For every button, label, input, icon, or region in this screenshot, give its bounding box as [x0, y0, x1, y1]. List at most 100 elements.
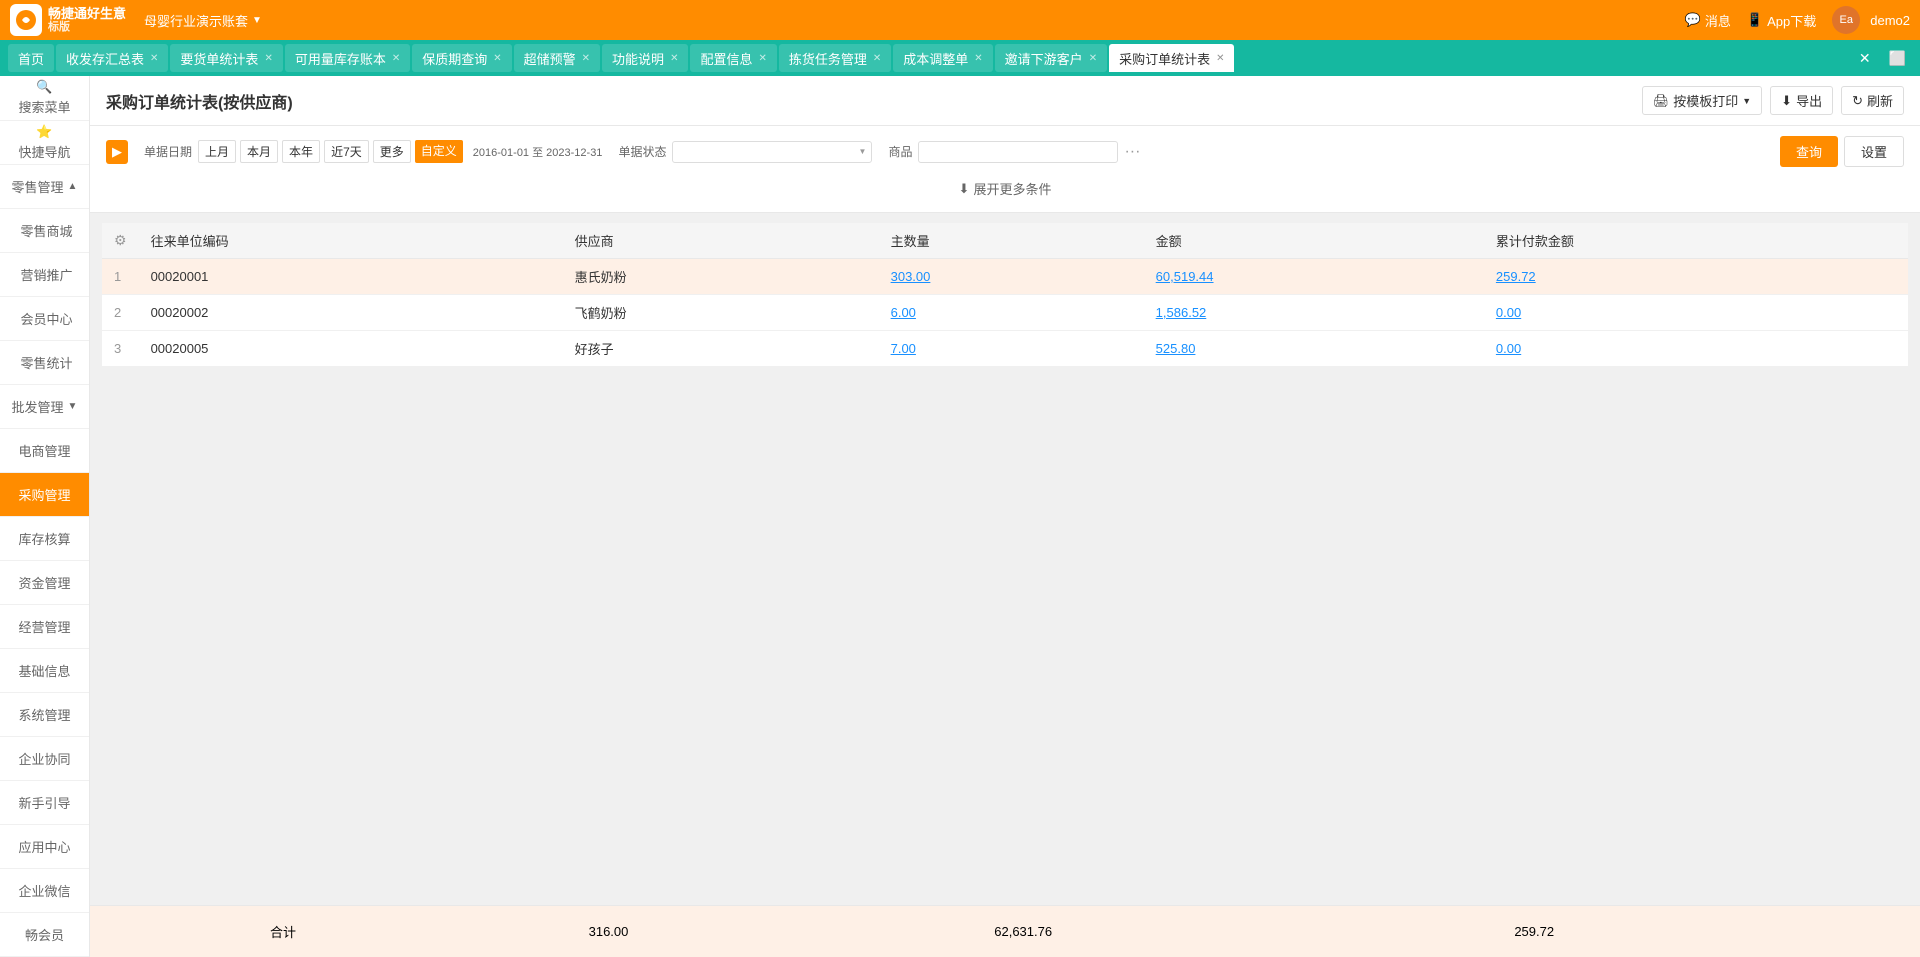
page-header: 采购订单统计表(按供应商) 🖨 按模板打印 ▼ ⬇ 导出 ↻ 刷新: [90, 76, 1920, 126]
message-icon: 💬: [1685, 12, 1701, 28]
expand-row: ⬇ 展开更多条件: [106, 175, 1904, 202]
sidebar-item-wechat[interactable]: 企业微信: [0, 869, 89, 913]
tab-close-baozhi[interactable]: ✕: [493, 53, 501, 64]
tab-close-shoufahu[interactable]: ✕: [150, 53, 158, 64]
footer-table: 合计 316.00 62,631.76 259.72: [102, 914, 1908, 949]
export-button[interactable]: ⬇ 导出: [1770, 86, 1833, 115]
tab-shoufahu[interactable]: 收发存汇总表 ✕: [56, 44, 168, 72]
row-paid-3[interactable]: 0.00: [1484, 331, 1908, 367]
sidebar-item-retail-stat[interactable]: 零售统计: [0, 341, 89, 385]
tab-chengben[interactable]: 成本调整单 ✕: [893, 44, 992, 72]
goods-more-icon[interactable]: ···: [1124, 143, 1140, 161]
sidebar-item-appcenter[interactable]: 应用中心: [0, 825, 89, 869]
logo-icon: [10, 4, 42, 36]
tab-gongneng[interactable]: 功能说明 ✕: [602, 44, 688, 72]
sidebar-item-basic[interactable]: 基础信息: [0, 649, 89, 693]
refresh-icon: ↻: [1852, 93, 1863, 109]
row-paid-1[interactable]: 259.72: [1484, 259, 1908, 295]
content-area: 采购订单统计表(按供应商) 🖨 按模板打印 ▼ ⬇ 导出 ↻ 刷新: [90, 76, 1920, 957]
footer-empty-col: [104, 916, 134, 947]
app-download-button[interactable]: 📱 App下载: [1747, 11, 1816, 30]
tab-baozhi[interactable]: 保质期查询 ✕: [412, 44, 511, 72]
sidebar-item-marketing[interactable]: 营销推广: [0, 253, 89, 297]
tab-yaohuo[interactable]: 要货单统计表 ✕: [170, 44, 282, 72]
col-paid: 累计付款金额: [1484, 223, 1908, 259]
tab-close-keyong[interactable]: ✕: [392, 53, 400, 64]
query-button[interactable]: 查询: [1780, 136, 1838, 167]
print-button[interactable]: 🖨 按模板打印 ▼: [1642, 86, 1762, 115]
sidebar-item-newguide[interactable]: 新手引导: [0, 781, 89, 825]
sidebar-item-search[interactable]: 🔍 搜索菜单: [0, 76, 89, 121]
column-settings-icon[interactable]: ⚙: [114, 232, 127, 248]
settings-button[interactable]: 设置: [1844, 136, 1904, 167]
sidebar-item-retail[interactable]: 零售管理 ▲: [0, 165, 89, 209]
sidebar-item-purchase[interactable]: 采购管理: [0, 473, 89, 517]
tab-peizhi[interactable]: 配置信息 ✕: [690, 44, 776, 72]
sidebar-item-vip[interactable]: 畅会员: [0, 913, 89, 957]
expand-more-button[interactable]: ⬇ 展开更多条件: [955, 175, 1056, 202]
breadcrumb[interactable]: 母婴行业演示账套 ▼: [144, 11, 262, 30]
goods-search-input[interactable]: [918, 141, 1118, 163]
date-last-month[interactable]: 上月: [198, 140, 236, 163]
chevron-down-icon: ▼: [252, 15, 262, 26]
sidebar-item-system[interactable]: 系统管理: [0, 693, 89, 737]
date-7days[interactable]: 近7天: [324, 140, 369, 163]
tab-home[interactable]: 首页: [8, 44, 54, 72]
dropdown-arrow-icon: ▼: [1742, 96, 1751, 106]
maximize-button[interactable]: ⬜: [1883, 48, 1912, 69]
row-amount-1[interactable]: 60,519.44: [1144, 259, 1484, 295]
sidebar-item-inventory[interactable]: 库存核算: [0, 517, 89, 561]
filter-toggle-button[interactable]: ▶: [106, 140, 128, 164]
tab-caigou-active[interactable]: 采购订单统计表 ✕: [1109, 44, 1234, 72]
date-this-year[interactable]: 本年: [282, 140, 320, 163]
main-layout: 🔍 搜索菜单 ⭐ 快捷导航 零售管理 ▲ 零售商城 营销推广 会员中心 零售统计…: [0, 76, 1920, 957]
sidebar-item-operation[interactable]: 经营管理: [0, 605, 89, 649]
row-amount-2[interactable]: 1,586.52: [1144, 295, 1484, 331]
tab-close-zhuhuo[interactable]: ✕: [873, 53, 881, 64]
tab-close-chaochuyu[interactable]: ✕: [582, 53, 590, 64]
status-filter-label: 单据状态: [618, 143, 666, 160]
user-menu[interactable]: Ea demo2: [1832, 6, 1910, 34]
footer-code-col: [136, 916, 256, 947]
table-row[interactable]: 1 00020001 惠氏奶粉 303.00 60,519.44 259.72: [102, 259, 1908, 295]
sidebar-item-enterprise[interactable]: 企业协同: [0, 737, 89, 781]
logo-text: 畅捷通好生意 标版: [48, 6, 126, 35]
sidebar-item-finance[interactable]: 资金管理: [0, 561, 89, 605]
status-select[interactable]: [672, 141, 872, 163]
row-quantity-1[interactable]: 303.00: [879, 259, 1144, 295]
sidebar-item-ecom[interactable]: 电商管理: [0, 429, 89, 473]
table-footer: 合计 316.00 62,631.76 259.72: [90, 905, 1920, 957]
col-code: 往来单位编码: [139, 223, 563, 259]
filter-area: ▶ 单据日期 上月 本月 本年 近7天 更多 自定义 2016-01-01 至 …: [90, 126, 1920, 213]
message-button[interactable]: 💬 消息: [1685, 11, 1731, 30]
table-row[interactable]: 3 00020005 好孩子 7.00 525.80 0.00: [102, 331, 1908, 367]
refresh-button[interactable]: ↻ 刷新: [1841, 86, 1904, 115]
tab-close-yaohuo[interactable]: ✕: [264, 53, 272, 64]
data-table: ⚙ 往来单位编码 供应商 主数量 金额 累计付款金额 1 00020001 惠氏…: [102, 223, 1908, 367]
sidebar-item-member[interactable]: 会员中心: [0, 297, 89, 341]
tab-zhuhuo[interactable]: 拣货任务管理 ✕: [779, 44, 891, 72]
tab-close-gongneng[interactable]: ✕: [670, 53, 678, 64]
row-paid-2[interactable]: 0.00: [1484, 295, 1908, 331]
tab-chaochuyu[interactable]: 超储预警 ✕: [514, 44, 600, 72]
table-row[interactable]: 2 00020002 飞鹤奶粉 6.00 1,586.52 0.00: [102, 295, 1908, 331]
sidebar-item-retail-mall[interactable]: 零售商城: [0, 209, 89, 253]
close-all-tabs-button[interactable]: ✕: [1853, 48, 1877, 69]
tab-close-chengben[interactable]: ✕: [974, 53, 982, 64]
tab-close-yaoqing[interactable]: ✕: [1089, 53, 1097, 64]
tab-close-caigou[interactable]: ✕: [1216, 53, 1224, 64]
footer-amount-col: 62,631.76: [982, 916, 1500, 947]
date-custom-badge[interactable]: 自定义: [415, 140, 463, 163]
row-quantity-3[interactable]: 7.00: [879, 331, 1144, 367]
row-num-1: 1: [102, 259, 139, 295]
tab-yaoqing[interactable]: 邀请下游客户 ✕: [995, 44, 1107, 72]
row-code-1: 00020001: [139, 259, 563, 295]
date-this-month[interactable]: 本月: [240, 140, 278, 163]
tab-keyong[interactable]: 可用量库存账本 ✕: [285, 44, 410, 72]
row-amount-3[interactable]: 525.80: [1144, 331, 1484, 367]
sidebar-item-pifa[interactable]: 批发管理 ▼: [0, 385, 89, 429]
row-quantity-2[interactable]: 6.00: [879, 295, 1144, 331]
date-more[interactable]: 更多: [373, 140, 411, 163]
sidebar-item-quicknav[interactable]: ⭐ 快捷导航: [0, 121, 89, 166]
tab-close-peizhi[interactable]: ✕: [758, 53, 766, 64]
